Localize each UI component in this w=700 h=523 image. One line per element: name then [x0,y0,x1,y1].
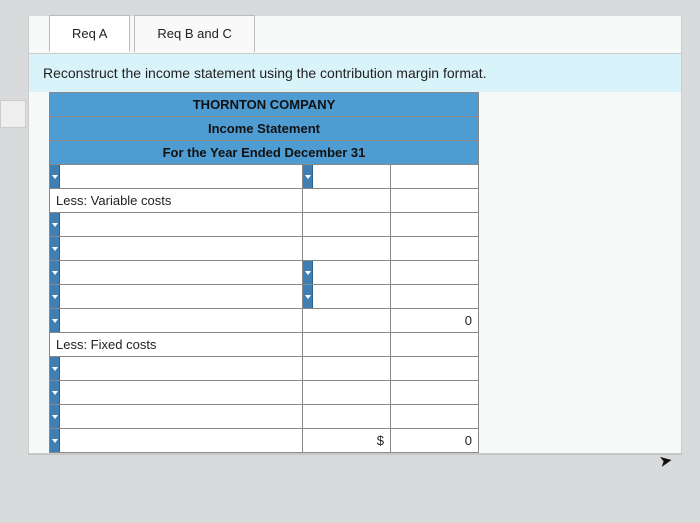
cell-input[interactable] [303,261,391,285]
cell-input[interactable] [50,429,303,453]
cell-input[interactable] [303,165,391,189]
cell-input[interactable] [50,381,303,405]
cell-input[interactable] [391,165,479,189]
cell-input[interactable] [391,405,479,429]
cell-input[interactable] [50,405,303,429]
cell-subtotal: 0 [391,309,479,333]
cell-input[interactable] [391,237,479,261]
dropdown-icon[interactable] [50,213,60,236]
cell-input[interactable] [303,333,391,357]
cell-input[interactable] [50,261,303,285]
tab-req-a[interactable]: Req A [49,15,130,52]
dropdown-icon[interactable] [50,285,60,308]
cell-input[interactable] [391,285,479,309]
dropdown-icon[interactable] [303,165,313,188]
worksheet-panel: Req A Req B and C Reconstruct the income… [28,16,682,454]
cell-input[interactable] [303,381,391,405]
cell-input[interactable] [391,357,479,381]
cell-input[interactable] [391,261,479,285]
cell-input[interactable] [303,237,391,261]
cell-input[interactable] [50,237,303,261]
cell-total: 0 [391,429,479,453]
income-statement-table: THORNTON COMPANY Income Statement For th… [49,92,479,453]
cell-input[interactable] [303,189,391,213]
cell-input[interactable] [50,357,303,381]
dropdown-icon[interactable] [50,381,60,404]
cell-input[interactable] [391,333,479,357]
dropdown-icon[interactable] [50,165,60,188]
header-title: Income Statement [50,117,479,141]
dropdown-icon[interactable] [50,237,60,260]
cell-input[interactable] [50,285,303,309]
cell-input[interactable] [303,309,391,333]
tab-req-b-and-c[interactable]: Req B and C [134,15,254,52]
label-less-variable: Less: Variable costs [50,189,303,213]
dropdown-icon[interactable] [50,429,60,452]
dropdown-icon[interactable] [303,261,313,284]
mouse-cursor-icon: ➤ [657,450,674,472]
cell-input[interactable] [391,189,479,213]
cell-input[interactable] [303,405,391,429]
cell-input[interactable] [303,213,391,237]
cell-input[interactable] [391,381,479,405]
dropdown-icon[interactable] [50,405,60,428]
cell-dollar-sign: $ [303,429,391,453]
cell-input[interactable] [391,213,479,237]
dropdown-icon[interactable] [50,309,60,332]
dropdown-icon[interactable] [303,285,313,308]
header-period: For the Year Ended December 31 [50,141,479,165]
cell-input[interactable] [50,309,303,333]
cell-input[interactable] [50,213,303,237]
cell-input[interactable] [50,165,303,189]
header-company: THORNTON COMPANY [50,93,479,117]
dropdown-icon[interactable] [50,261,60,284]
cell-input[interactable] [303,357,391,381]
tab-bar: Req A Req B and C [29,15,681,52]
cell-input[interactable] [303,285,391,309]
label-less-fixed: Less: Fixed costs [50,333,303,357]
instruction-text: Reconstruct the income statement using t… [29,53,681,92]
side-stub [0,100,26,128]
dropdown-icon[interactable] [50,357,60,380]
